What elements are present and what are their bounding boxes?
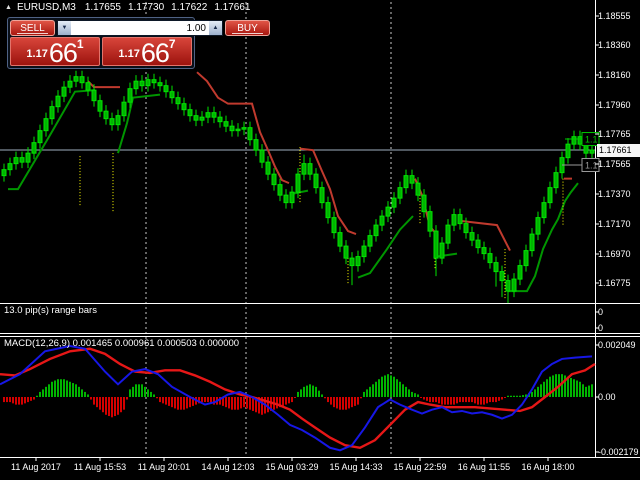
sell-price-big: 66	[48, 38, 78, 68]
price-axis-label: 1.16775	[598, 278, 631, 288]
buy-price-big: 66	[140, 38, 170, 68]
price-axis-label: 1.17960	[598, 100, 631, 110]
price-axis-label: 1.18555	[598, 11, 631, 21]
price-axis-label: 1.17765	[598, 129, 631, 139]
sell-price-tile[interactable]: 1.17 66 1	[10, 37, 100, 68]
price-axis-label: 1.18360	[598, 40, 631, 50]
buy-price-prefix: 1.17	[118, 48, 140, 60]
buy-price-pipette: 7	[168, 37, 176, 51]
chart-canvas[interactable]: 1.1 1.1	[0, 0, 640, 480]
sell-price-prefix: 1.17	[26, 48, 48, 60]
one-click-trading-icon[interactable]: ▲	[5, 4, 12, 11]
symbol-period: EURUSD,M3	[16, 2, 76, 13]
price-axis-label: 1.18160	[598, 70, 631, 80]
price-axis-label: 1.17370	[598, 189, 631, 199]
volume-decrease-button[interactable]: ▼	[58, 21, 71, 35]
macd-axis-label: -0.002179	[598, 447, 639, 457]
range-axis-label: 0	[598, 307, 604, 317]
volume-stepper: ▼ ▲	[57, 20, 223, 36]
time-axis-label: 15 Aug 22:59	[393, 462, 447, 472]
buy-price-tile[interactable]: 1.17 66 7	[102, 37, 192, 68]
quote-close: 1.17661	[214, 2, 251, 13]
svg-text:1.1: 1.1	[585, 135, 598, 145]
price-axis-label: 1.16970	[598, 249, 631, 259]
quote-high: 1.17730	[128, 2, 165, 13]
price-axis-label: 1.17170	[598, 219, 631, 229]
time-axis-label: 15 Aug 03:29	[265, 462, 319, 472]
price-axis-label: 1.17565	[598, 159, 631, 169]
time-axis-label: 15 Aug 14:33	[329, 462, 383, 472]
time-axis-label: 11 Aug 2017	[11, 462, 61, 472]
macd-indicator-label: MACD(12,26,9) 0.001465 0.000961 0.000503…	[4, 338, 240, 349]
symbol-info-row: ▲ EURUSD,M3 1.17655 1.17730 1.17622 1.17…	[5, 2, 257, 13]
buy-button[interactable]: BUY	[225, 20, 270, 36]
one-click-trade-panel: SELL ▼ ▲ BUY 1.17 66 1 1.17 66 7	[7, 17, 270, 69]
time-axis-label: 14 Aug 12:03	[201, 462, 255, 472]
range-axis-label: 0	[598, 323, 604, 333]
volume-increase-button[interactable]: ▲	[209, 21, 222, 35]
time-axis-label: 16 Aug 11:55	[457, 462, 511, 472]
mt4-terminal: 1.1 1.1 ▲ EURUSD,M3 1.17655 1.17730 1.176…	[0, 0, 640, 480]
sell-price-pipette: 1	[76, 37, 84, 51]
svg-text:1.1: 1.1	[585, 160, 598, 170]
current-price-label: 1.17661	[597, 143, 640, 157]
macd-axis-label: 0.00	[598, 392, 616, 402]
macd-axis-label: 0.002049	[598, 340, 636, 350]
quote-open: 1.17655	[84, 2, 121, 13]
time-axis-label: 11 Aug 20:01	[137, 462, 191, 472]
quote-low: 1.17622	[171, 2, 208, 13]
range-bars-indicator-label: 13.0 pip(s) range bars	[4, 305, 97, 316]
volume-input[interactable]	[71, 21, 209, 35]
sell-button[interactable]: SELL	[10, 20, 55, 36]
time-axis-label: 16 Aug 18:00	[521, 462, 575, 472]
time-axis-label: 11 Aug 15:53	[73, 462, 127, 472]
